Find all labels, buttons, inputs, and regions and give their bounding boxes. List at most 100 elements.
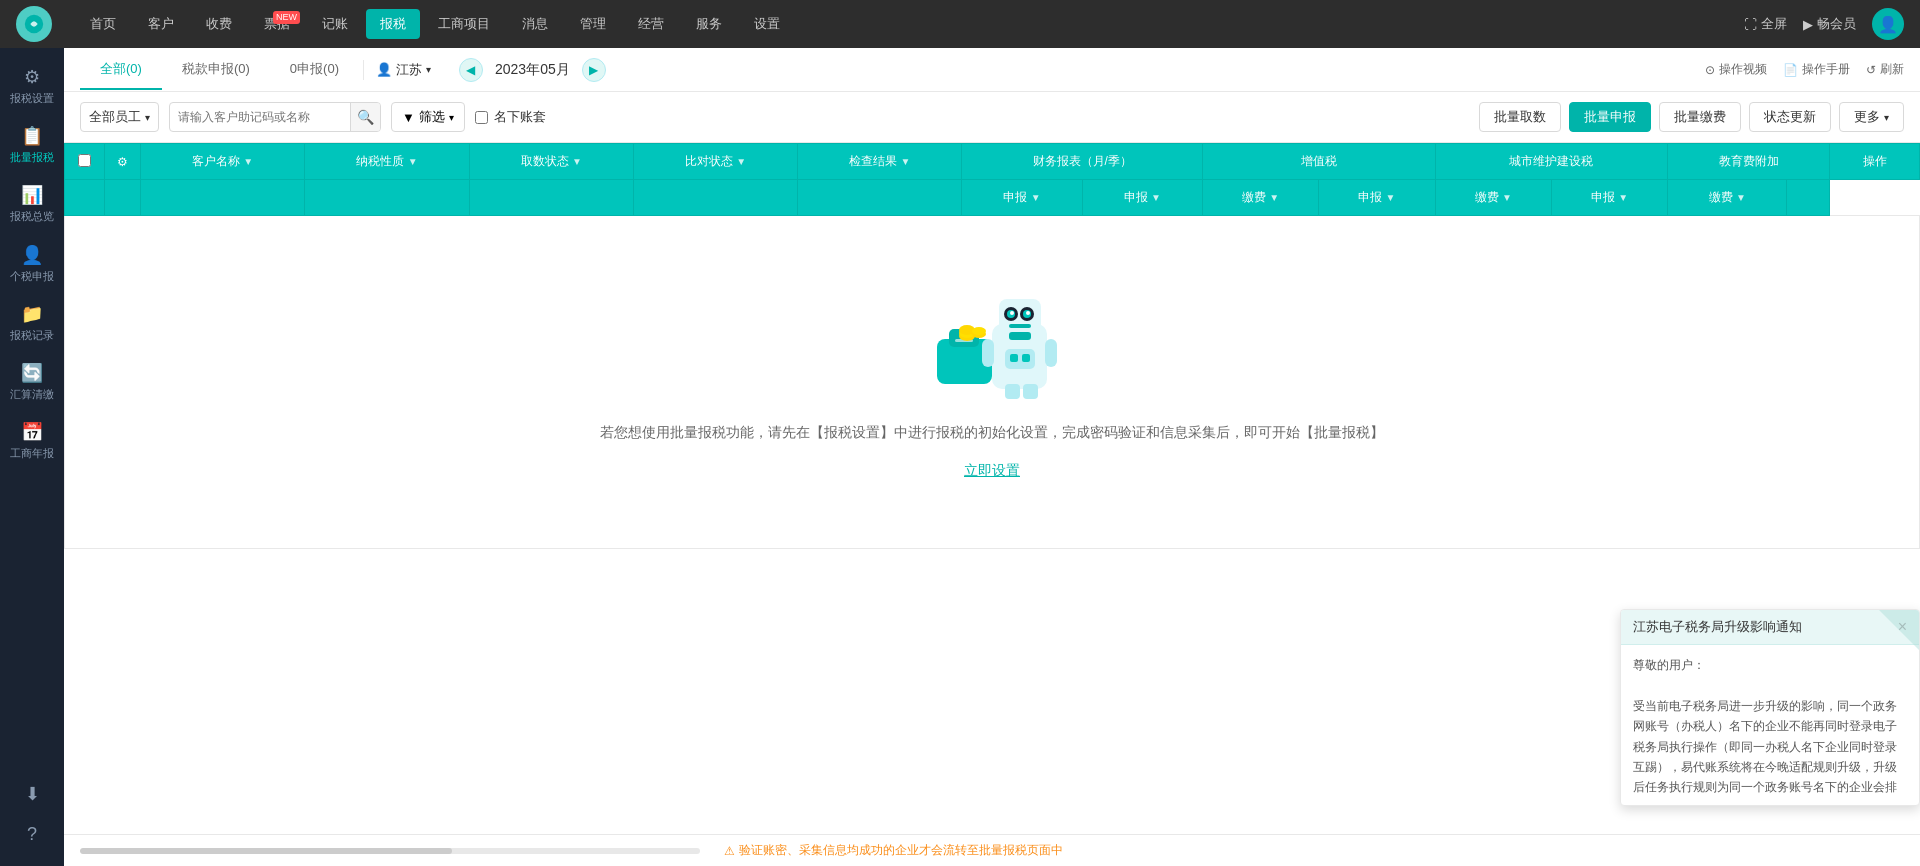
app-logo[interactable]: [16, 6, 52, 42]
search-button[interactable]: 🔍: [350, 102, 380, 132]
customer-filter-icon[interactable]: ▼: [243, 156, 253, 167]
chevron-left-icon: ◀: [466, 63, 475, 77]
nav-service[interactable]: 服务: [682, 9, 736, 39]
table-header-education-tax: 教育费附加: [1668, 144, 1830, 180]
sidebar-item-tax-summary[interactable]: 📊 报税总览: [0, 174, 64, 233]
tab-all[interactable]: 全部(0): [80, 50, 162, 90]
operation-manual-btn[interactable]: 📄 操作手册: [1783, 61, 1850, 78]
batch-pay-btn[interactable]: 批量缴费: [1659, 102, 1741, 132]
status-update-btn[interactable]: 状态更新: [1749, 102, 1831, 132]
sidebar-item-tax-settings[interactable]: ⚙ 报税设置: [0, 56, 64, 115]
table-subheader-edu-declare: 申报 ▼: [1551, 180, 1667, 216]
table-header-added-tax: 增值税: [1202, 144, 1435, 180]
data-table: ⚙ 客户名称 ▼ 纳税性质 ▼ 取数状态 ▼: [64, 143, 1920, 549]
personal-tax-icon: 👤: [21, 244, 43, 266]
nav-message[interactable]: 消息: [508, 9, 562, 39]
nav-manage[interactable]: 管理: [566, 9, 620, 39]
nav-bizproject[interactable]: 工商项目: [424, 9, 504, 39]
svg-rect-22: [1010, 354, 1018, 362]
member-btn[interactable]: ▶ 畅会员: [1803, 15, 1856, 33]
search-icon: 🔍: [357, 109, 374, 125]
nav-fee[interactable]: 收费: [192, 9, 246, 39]
more-btn[interactable]: 更多 ▾: [1839, 102, 1904, 132]
tax-records-icon: 📁: [21, 303, 43, 325]
th-empty-2: [105, 180, 141, 216]
fin-declare-filter-icon[interactable]: ▼: [1031, 192, 1041, 203]
nav-home[interactable]: 首页: [76, 9, 130, 39]
notification-body[interactable]: 尊敬的用户： 受当前电子税务局进一步升级的影响，同一个政务网账号（办税人）名下的…: [1621, 645, 1919, 805]
sidebar-item-settlement[interactable]: 🔄 汇算清缴: [0, 352, 64, 411]
th-empty-4: [305, 180, 469, 216]
current-date: 2023年05月: [495, 61, 570, 79]
sidebar-item-batch-tax[interactable]: 📋 批量报税: [0, 115, 64, 174]
account-checkbox[interactable]: [475, 111, 488, 124]
table-subheader-added-declare: 申报 ▼: [1082, 180, 1202, 216]
refresh-btn[interactable]: ↺ 刷新: [1866, 61, 1904, 78]
table-header-gear[interactable]: ⚙: [105, 144, 141, 180]
batch-declare-btn[interactable]: 批量申报: [1569, 102, 1651, 132]
tab-tax-declare[interactable]: 税款申报(0): [162, 50, 270, 90]
fullscreen-btn[interactable]: ⛶ 全屏: [1744, 15, 1787, 33]
help-icon[interactable]: ?: [16, 818, 48, 850]
tab-bar-tools: ⊙ 操作视频 📄 操作手册 ↺ 刷新: [1705, 61, 1904, 78]
account-checkbox-label[interactable]: 名下账套: [475, 108, 546, 126]
svg-rect-17: [1009, 324, 1031, 328]
tax-nature-filter-icon[interactable]: ▼: [408, 156, 418, 167]
fetch-filter-icon[interactable]: ▼: [572, 156, 582, 167]
nav-settings[interactable]: 设置: [740, 9, 794, 39]
check-filter-icon[interactable]: ▼: [901, 156, 911, 167]
notification-header: 江苏电子税务局升级影响通知 ×: [1621, 610, 1919, 645]
edu-pay-filter-icon[interactable]: ▼: [1736, 192, 1746, 203]
table-header-checkbox[interactable]: [65, 144, 105, 180]
nav-tax[interactable]: 报税: [366, 9, 420, 39]
filter-button[interactable]: ▼ 筛选 ▾: [391, 102, 465, 132]
added-declare-filter-icon[interactable]: ▼: [1151, 192, 1161, 203]
nav-invoice[interactable]: 票据 NEW: [250, 9, 304, 39]
manual-icon: 📄: [1783, 63, 1798, 77]
operation-video-btn[interactable]: ⊙ 操作视频: [1705, 61, 1767, 78]
select-all-checkbox[interactable]: [78, 154, 91, 167]
horizontal-scrollbar[interactable]: [80, 848, 700, 854]
sidebar-item-tax-records[interactable]: 📁 报税记录: [0, 293, 64, 352]
added-pay-filter-icon[interactable]: ▼: [1269, 192, 1279, 203]
sidebar-item-personal-tax[interactable]: 👤 个税申报: [0, 234, 64, 293]
tab-zero-declare[interactable]: 0申报(0): [270, 50, 359, 90]
download-icon[interactable]: ⬇: [16, 778, 48, 810]
batch-fetch-btn[interactable]: 批量取数: [1479, 102, 1561, 132]
fullscreen-icon: ⛶: [1744, 17, 1757, 32]
svg-rect-20: [1009, 332, 1031, 340]
nav-accounting[interactable]: 记账: [308, 9, 362, 39]
nav-operation[interactable]: 经营: [624, 9, 678, 39]
user-avatar[interactable]: 👤: [1872, 8, 1904, 40]
avatar-icon: 👤: [1878, 15, 1898, 34]
svg-point-8: [972, 327, 986, 335]
compare-filter-icon[interactable]: ▼: [736, 156, 746, 167]
edu-declare-filter-icon[interactable]: ▼: [1618, 192, 1628, 203]
filter-label: 筛选: [419, 108, 445, 126]
th-empty-7: [798, 180, 962, 216]
next-month-btn[interactable]: ▶: [582, 58, 606, 82]
urban-declare-filter-icon[interactable]: ▼: [1386, 192, 1396, 203]
search-input[interactable]: [170, 106, 350, 128]
table-header-operation: 操作: [1830, 144, 1920, 180]
sidebar-item-annual-report[interactable]: 📅 工商年报: [0, 411, 64, 470]
notification-popup: 江苏电子税务局升级影响通知 × 尊敬的用户： 受当前电子税务局进一步升级的影响，…: [1620, 609, 1920, 806]
urban-pay-filter-icon[interactable]: ▼: [1502, 192, 1512, 203]
region-icon: 👤: [376, 62, 392, 77]
th-empty-op: [1787, 180, 1830, 216]
prev-month-btn[interactable]: ◀: [459, 58, 483, 82]
svg-rect-21: [1005, 349, 1035, 369]
setup-link[interactable]: 立即设置: [964, 462, 1020, 480]
region-chevron-icon: ▾: [426, 64, 431, 75]
gear-icon: ⚙: [117, 155, 128, 169]
nav-customer[interactable]: 客户: [134, 9, 188, 39]
empty-state: 若您想使用批量报税功能，请先在【报税设置】中进行报税的初始化设置，完成密码验证和…: [75, 224, 1909, 540]
refresh-icon: ↺: [1866, 63, 1876, 77]
th-empty-1: [65, 180, 105, 216]
scrollbar-thumb: [80, 848, 452, 854]
region-selector[interactable]: 👤 江苏 ▾: [368, 55, 439, 85]
region-label: 江苏: [396, 61, 422, 79]
new-badge: NEW: [273, 11, 300, 24]
employee-selector[interactable]: 全部员工 ▾: [80, 102, 159, 132]
more-label: 更多: [1854, 108, 1880, 126]
